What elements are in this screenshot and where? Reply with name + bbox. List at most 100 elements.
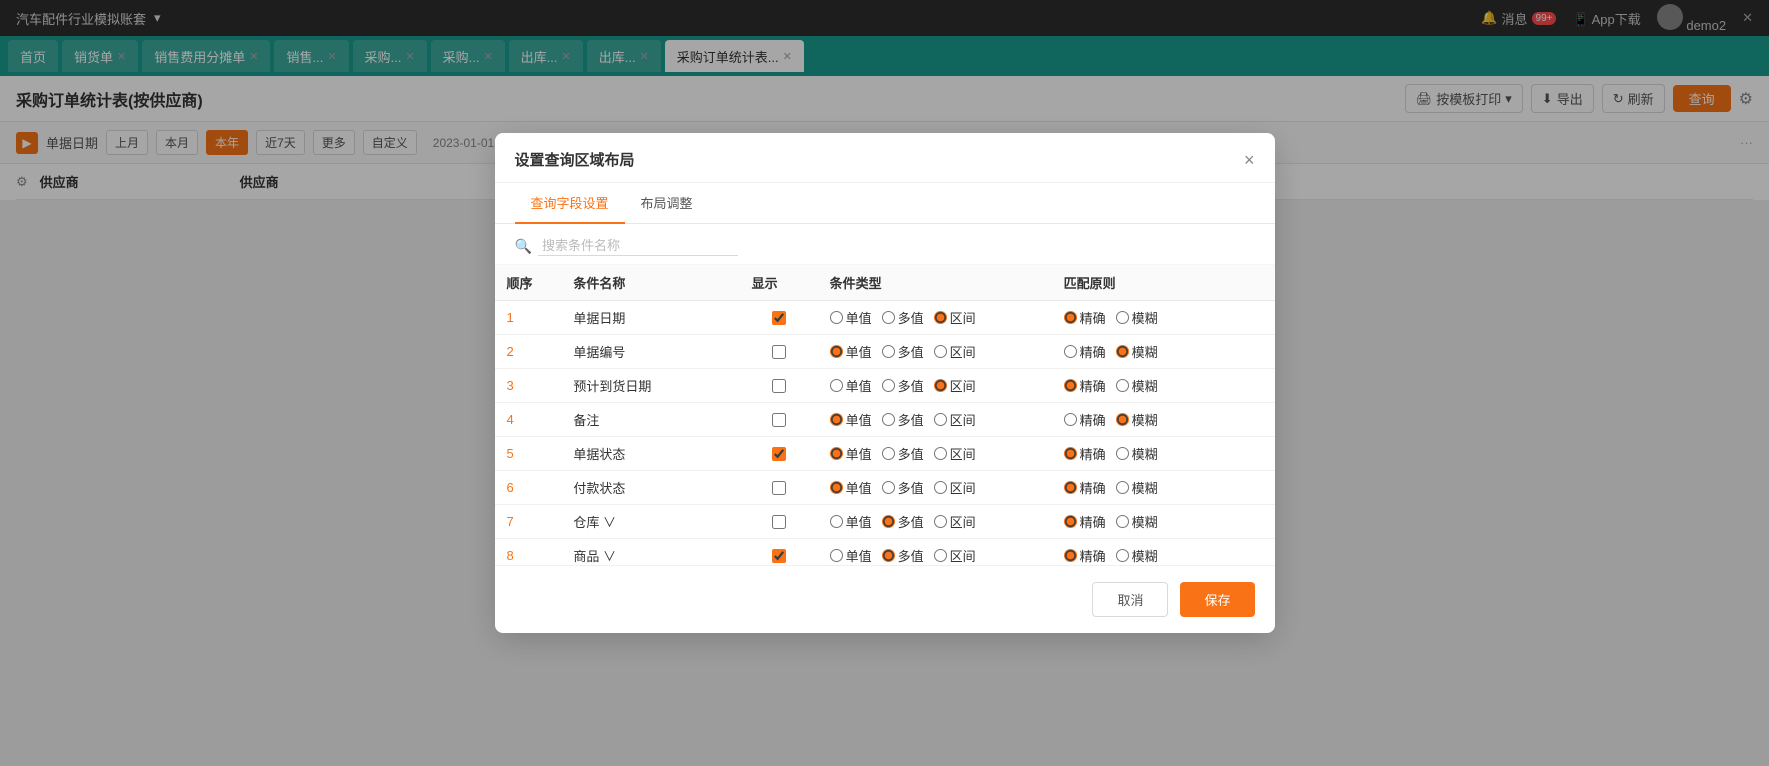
- match-radio-4-模糊[interactable]: [1116, 413, 1129, 426]
- modal-tab-layout[interactable]: 布局调整: [625, 183, 709, 224]
- type-radio-8-区间[interactable]: [934, 549, 947, 562]
- type-radio-1-单值[interactable]: [830, 311, 843, 324]
- name-cell-3: 预计到货日期: [561, 369, 739, 403]
- table-scroll-area: 顺序 条件名称 显示 条件类型 匹配原则 1单据日期单值多值区间精确模糊2单据编…: [495, 265, 1275, 565]
- type-radio-1-多值[interactable]: [882, 311, 895, 324]
- type-radio-1-区间[interactable]: [934, 311, 947, 324]
- display-checkbox-8[interactable]: [772, 549, 786, 563]
- match-radio-2-模糊[interactable]: [1116, 345, 1129, 358]
- order-cell-1: 1: [495, 301, 562, 335]
- type-radio-7-区间[interactable]: [934, 515, 947, 528]
- match-radio-5-精确[interactable]: [1064, 447, 1077, 460]
- type-cell-6: 单值多值区间: [818, 471, 1052, 505]
- display-checkbox-2[interactable]: [772, 345, 786, 359]
- type-radio-2-单值[interactable]: [830, 345, 843, 358]
- display-checkbox-4[interactable]: [772, 413, 786, 427]
- display-cell-8: [740, 539, 818, 566]
- type-radio-3-单值[interactable]: [830, 379, 843, 392]
- modal-table-area: 顺序 条件名称 显示 条件类型 匹配原则 1单据日期单值多值区间精确模糊2单据编…: [495, 265, 1275, 565]
- table-header-row: 顺序 条件名称 显示 条件类型 匹配原则: [495, 265, 1275, 301]
- type-cell-5: 单值多值区间: [818, 437, 1052, 471]
- type-cell-4: 单值多值区间: [818, 403, 1052, 437]
- display-cell-1: [740, 301, 818, 335]
- match-radio-8-模糊[interactable]: [1116, 549, 1129, 562]
- match-radio-7-精确[interactable]: [1064, 515, 1077, 528]
- th-type: 条件类型: [818, 265, 1052, 301]
- type-radio-6-区间[interactable]: [934, 481, 947, 494]
- modal-header: 设置查询区域布局 ×: [495, 133, 1275, 183]
- match-radio-8-精确[interactable]: [1064, 549, 1077, 562]
- modal-close-button[interactable]: ×: [1244, 151, 1255, 169]
- name-cell-7: 仓库 ∨: [561, 505, 739, 539]
- name-cell-1: 单据日期: [561, 301, 739, 335]
- display-cell-3: [740, 369, 818, 403]
- display-checkbox-1[interactable]: [772, 311, 786, 325]
- type-radio-4-多值[interactable]: [882, 413, 895, 426]
- modal-search-area: 🔍: [495, 224, 1275, 265]
- order-cell-7: 7: [495, 505, 562, 539]
- display-checkbox-7[interactable]: [772, 515, 786, 529]
- save-button[interactable]: 保存: [1180, 582, 1254, 617]
- type-radio-4-单值[interactable]: [830, 413, 843, 426]
- name-cell-8: 商品 ∨: [561, 539, 739, 566]
- modal-tab-query-fields[interactable]: 查询字段设置: [515, 183, 625, 224]
- th-name: 条件名称: [561, 265, 739, 301]
- match-radio-1-模糊[interactable]: [1116, 311, 1129, 324]
- name-cell-6: 付款状态: [561, 471, 739, 505]
- th-display: 显示: [740, 265, 818, 301]
- type-radio-3-多值[interactable]: [882, 379, 895, 392]
- conditions-table: 顺序 条件名称 显示 条件类型 匹配原则 1单据日期单值多值区间精确模糊2单据编…: [495, 265, 1275, 565]
- display-checkbox-3[interactable]: [772, 379, 786, 393]
- display-cell-5: [740, 437, 818, 471]
- th-match: 匹配原则: [1052, 265, 1275, 301]
- order-cell-6: 6: [495, 471, 562, 505]
- match-radio-4-精确[interactable]: [1064, 413, 1077, 426]
- match-cell-2: 精确模糊: [1052, 335, 1275, 369]
- match-cell-1: 精确模糊: [1052, 301, 1275, 335]
- match-radio-5-模糊[interactable]: [1116, 447, 1129, 460]
- table-body: 1单据日期单值多值区间精确模糊2单据编号单值多值区间精确模糊3预计到货日期单值多…: [495, 301, 1275, 566]
- table-head: 顺序 条件名称 显示 条件类型 匹配原则: [495, 265, 1275, 301]
- match-radio-1-精确[interactable]: [1064, 311, 1077, 324]
- type-radio-8-多值[interactable]: [882, 549, 895, 562]
- match-radio-3-模糊[interactable]: [1116, 379, 1129, 392]
- display-checkbox-6[interactable]: [772, 481, 786, 495]
- type-radio-5-多值[interactable]: [882, 447, 895, 460]
- match-cell-6: 精确模糊: [1052, 471, 1275, 505]
- search-icon: 🔍: [515, 238, 532, 255]
- cancel-button[interactable]: 取消: [1092, 582, 1168, 617]
- search-input[interactable]: [538, 236, 738, 256]
- modal-overlay: 设置查询区域布局 × 查询字段设置 布局调整 🔍 顺序 条件名称 显示: [0, 0, 1769, 766]
- type-radio-8-单值[interactable]: [830, 549, 843, 562]
- type-radio-5-单值[interactable]: [830, 447, 843, 460]
- table-row: 3预计到货日期单值多值区间精确模糊: [495, 369, 1275, 403]
- type-radio-4-区间[interactable]: [934, 413, 947, 426]
- type-radio-3-区间[interactable]: [934, 379, 947, 392]
- match-radio-7-模糊[interactable]: [1116, 515, 1129, 528]
- type-radio-7-多值[interactable]: [882, 515, 895, 528]
- table-row: 1单据日期 单值多值区间精确模糊: [495, 301, 1275, 335]
- match-cell-4: 精确模糊: [1052, 403, 1275, 437]
- match-cell-8: 精确模糊: [1052, 539, 1275, 566]
- type-radio-5-区间[interactable]: [934, 447, 947, 460]
- modal-tabs: 查询字段设置 布局调整: [495, 183, 1275, 224]
- match-radio-3-精确[interactable]: [1064, 379, 1077, 392]
- type-cell-1: 单值多值区间: [818, 301, 1052, 335]
- match-radio-6-精确[interactable]: [1064, 481, 1077, 494]
- match-radio-2-精确[interactable]: [1064, 345, 1077, 358]
- type-radio-6-单值[interactable]: [830, 481, 843, 494]
- table-row: 6付款状态 单值多值区间精确模糊: [495, 471, 1275, 505]
- name-cell-2: 单据编号: [561, 335, 739, 369]
- match-cell-3: 精确模糊: [1052, 369, 1275, 403]
- match-radio-6-模糊[interactable]: [1116, 481, 1129, 494]
- type-radio-7-单值[interactable]: [830, 515, 843, 528]
- type-radio-2-区间[interactable]: [934, 345, 947, 358]
- order-cell-8: 8: [495, 539, 562, 566]
- type-radio-6-多值[interactable]: [882, 481, 895, 494]
- table-row: 8商品 ∨单值多值区间精确模糊: [495, 539, 1275, 566]
- table-row: 5单据状态单值多值区间精确模糊: [495, 437, 1275, 471]
- display-checkbox-5[interactable]: [772, 447, 786, 461]
- match-cell-7: 精确模糊: [1052, 505, 1275, 539]
- modal-title: 设置查询区域布局: [515, 149, 635, 170]
- type-radio-2-多值[interactable]: [882, 345, 895, 358]
